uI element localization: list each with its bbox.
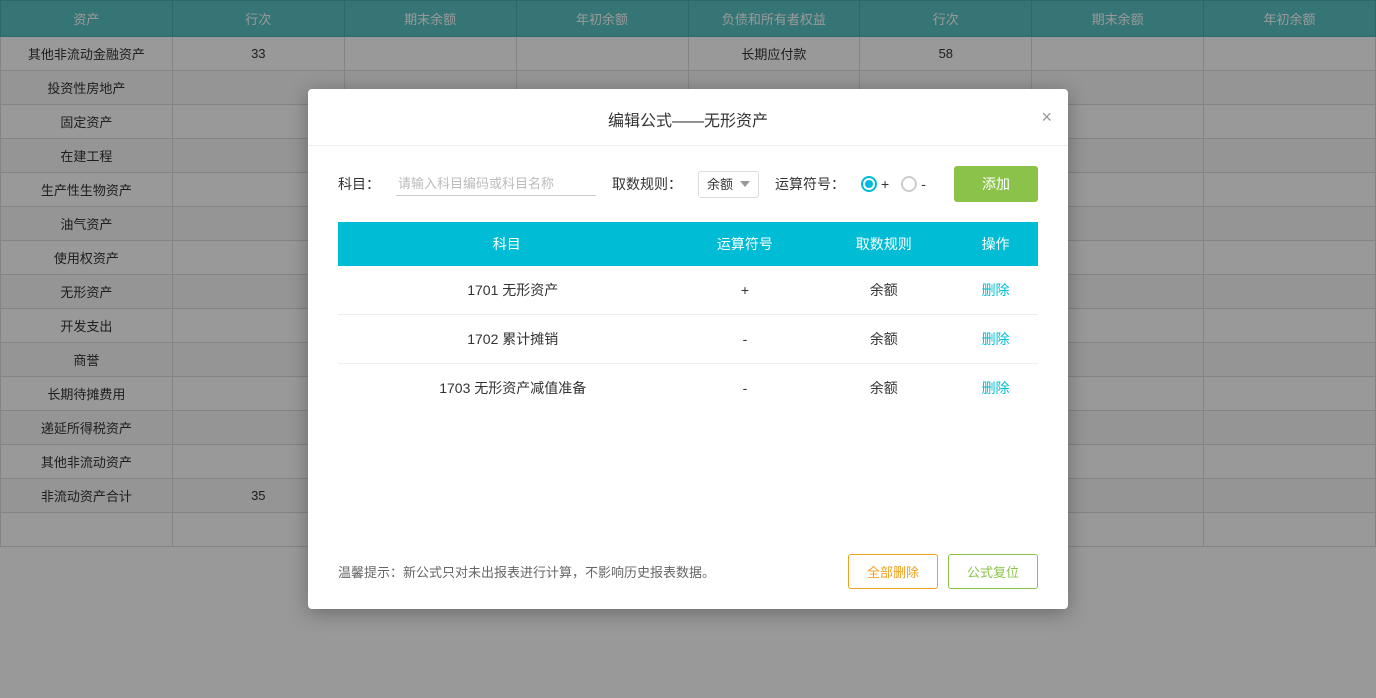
formula-subject-1: 1701 无形资产 <box>338 266 676 315</box>
form-row: 科目： 取数规则： 余额 运算符号： + <box>338 166 1038 202</box>
reset-formula-button[interactable]: 公式复位 <box>948 554 1038 589</box>
modal-overlay: 编辑公式——无形资产 × 科目： 取数规则： 余额 运算符号： <box>0 0 1376 698</box>
formula-operator-3: - <box>676 364 815 413</box>
formula-row: 1702 累计摊销 - 余额 删除 <box>338 315 1038 364</box>
close-button[interactable]: × <box>1041 108 1052 126</box>
radio-minus-label: - <box>921 176 926 192</box>
th-operator: 运算符号 <box>676 222 815 266</box>
rule-select[interactable]: 余额 <box>698 171 759 198</box>
radio-minus-circle <box>901 176 917 192</box>
th-action: 操作 <box>953 222 1038 266</box>
delete-all-button[interactable]: 全部删除 <box>848 554 938 589</box>
formula-rule-3: 余额 <box>814 364 953 413</box>
radio-plus-circle <box>861 176 877 192</box>
modal-footer: 温馨提示：新公式只对未出报表进行计算，不影响历史报表数据。 全部删除 公式复位 <box>308 538 1068 609</box>
table-header-row: 科目 运算符号 取数规则 操作 <box>338 222 1038 266</box>
rule-select-group: 余额 <box>698 171 759 198</box>
th-subject: 科目 <box>338 222 676 266</box>
formula-subject-3: 1703 无形资产减值准备 <box>338 364 676 413</box>
radio-plus-label: + <box>881 176 889 192</box>
formula-action-1[interactable]: 删除 <box>953 266 1038 315</box>
formula-subject-2: 1702 累计摊销 <box>338 315 676 364</box>
formula-operator-1: + <box>676 266 815 315</box>
formula-action-2[interactable]: 删除 <box>953 315 1038 364</box>
modal-dialog: 编辑公式——无形资产 × 科目： 取数规则： 余额 运算符号： <box>308 89 1068 609</box>
formula-action-3[interactable]: 删除 <box>953 364 1038 413</box>
subject-input[interactable] <box>396 172 596 196</box>
formula-rule-1: 余额 <box>814 266 953 315</box>
footer-buttons: 全部删除 公式复位 <box>848 554 1038 589</box>
modal-header: 编辑公式——无形资产 × <box>308 89 1068 146</box>
operator-label: 运算符号： <box>775 174 845 194</box>
formula-row: 1703 无形资产减值准备 - 余额 删除 <box>338 364 1038 413</box>
formula-row: 1701 无形资产 + 余额 删除 <box>338 266 1038 315</box>
modal-title: 编辑公式——无形资产 <box>608 107 768 131</box>
formula-operator-2: - <box>676 315 815 364</box>
formula-rule-2: 余额 <box>814 315 953 364</box>
footer-tip: 温馨提示：新公式只对未出报表进行计算，不影响历史报表数据。 <box>338 562 715 581</box>
rule-label: 取数规则： <box>612 174 682 194</box>
radio-minus[interactable]: - <box>901 176 926 192</box>
th-rule: 取数规则 <box>814 222 953 266</box>
modal-body: 科目： 取数规则： 余额 运算符号： + <box>308 146 1068 538</box>
operator-radio-group: + - <box>861 176 926 192</box>
radio-plus[interactable]: + <box>861 176 889 192</box>
formula-table: 科目 运算符号 取数规则 操作 1701 无形资产 + 余额 删除 1702 累… <box>338 222 1038 412</box>
add-button[interactable]: 添加 <box>954 166 1038 202</box>
subject-label: 科目： <box>338 174 380 194</box>
